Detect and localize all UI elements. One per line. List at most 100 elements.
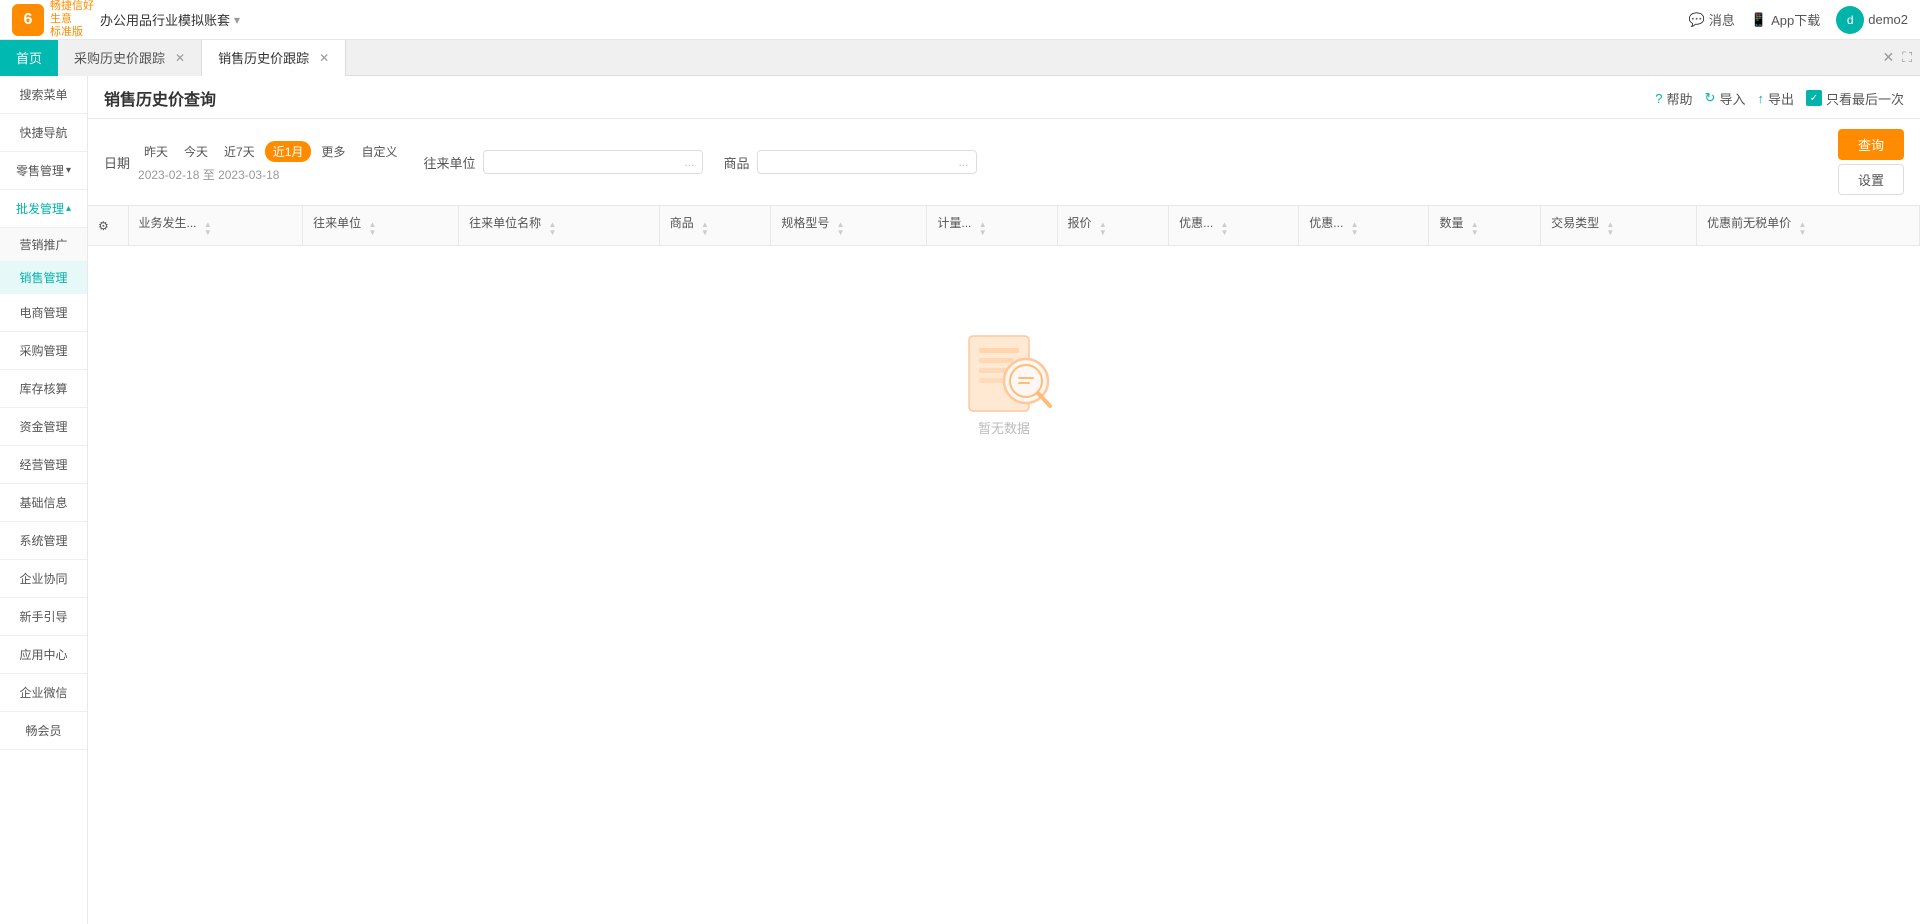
sidebar-item-app-center[interactable]: 应用中心: [0, 636, 87, 674]
sidebar-item-inventory[interactable]: 库存核算: [0, 370, 87, 408]
th-product[interactable]: 商品 ▲▼: [659, 206, 771, 246]
product-filter: 商品 ...: [723, 150, 977, 174]
only-last-checkbox[interactable]: ✓ 只看最后一次: [1806, 89, 1904, 108]
date-tab-last1m[interactable]: 近1月: [265, 141, 312, 162]
topbar-right: 💬 消息 📱 App下载 d demo2: [1689, 6, 1908, 34]
th-trade-type-label: 交易类型: [1551, 216, 1599, 230]
sidebar-item-purchase[interactable]: 采购管理: [0, 332, 87, 370]
empty-state: 暂无数据: [88, 246, 1920, 517]
export-button[interactable]: ↑ 导出: [1757, 89, 1794, 108]
th-pre-tax-price[interactable]: 优惠前无税单价 ▲▼: [1697, 206, 1920, 246]
user-profile[interactable]: d demo2: [1836, 6, 1908, 34]
tab-purchase-history[interactable]: 采购历史价跟踪 ✕: [58, 40, 202, 76]
tab-sales-close-icon[interactable]: ✕: [319, 51, 329, 65]
logo-char: 6: [24, 11, 33, 29]
sidebar-item-system[interactable]: 系统管理: [0, 522, 87, 560]
sort-arrows-discount1: ▲▼: [1221, 221, 1229, 237]
th-gear[interactable]: ⚙: [88, 206, 128, 246]
user-name: demo2: [1868, 12, 1908, 27]
logo-area: 6 畅捷信好生意 标准版: [12, 0, 100, 39]
th-unit[interactable]: 计量... ▲▼: [927, 206, 1057, 246]
date-tab-custom[interactable]: 自定义: [355, 141, 403, 162]
sidebar-item-retail[interactable]: 零售管理 ▾: [0, 152, 87, 190]
message-label: 消息: [1709, 10, 1735, 29]
import-label: 导入: [1719, 89, 1745, 108]
app-download-button[interactable]: 📱 App下载: [1751, 10, 1820, 29]
partner-label: 往来单位: [423, 153, 475, 172]
export-icon: ↑: [1757, 91, 1764, 106]
th-quantity[interactable]: 数量 ▲▼: [1429, 206, 1541, 246]
tab-sales-history[interactable]: 销售历史价跟踪 ✕: [202, 40, 346, 76]
th-partner-code[interactable]: 往来单位 ▲▼: [303, 206, 459, 246]
tab-home[interactable]: 首页: [0, 40, 58, 76]
sidebar-item-operation[interactable]: 经营管理: [0, 446, 87, 484]
product-input[interactable]: ...: [757, 150, 977, 174]
date-tabs-container: 昨天 今天 近7天 近1月 更多 自定义 2023-02-18 至 2023-0…: [138, 141, 403, 183]
sales-mgmt-label: 销售管理: [19, 271, 67, 285]
th-pre-tax-price-label: 优惠前无税单价: [1707, 216, 1791, 230]
sidebar-item-member[interactable]: 畅会员: [0, 712, 87, 750]
sidebar-item-wechat[interactable]: 企业微信: [0, 674, 87, 712]
sidebar-item-search[interactable]: 搜索菜单: [0, 76, 87, 114]
help-button[interactable]: ? 帮助: [1655, 89, 1692, 108]
ecommerce-label: 电商管理: [19, 306, 67, 320]
export-label: 导出: [1768, 89, 1794, 108]
wechat-label: 企业微信: [19, 686, 67, 700]
sort-arrows-discount2: ▲▼: [1351, 221, 1359, 237]
retail-label: 零售管理: [16, 162, 64, 179]
sort-arrows-unit: ▲▼: [979, 221, 987, 237]
th-quoted-price[interactable]: 报价 ▲▼: [1057, 206, 1169, 246]
sidebar-item-ecommerce[interactable]: 电商管理: [0, 294, 87, 332]
sidebar-item-wholesale[interactable]: 批发管理 ▴: [0, 190, 87, 228]
data-table: ⚙ 业务发生... ▲▼ 往来单位 ▲▼ 往来单位名称 ▲▼: [88, 206, 1920, 246]
sidebar-item-quick-nav[interactable]: 快捷导航: [0, 114, 87, 152]
product-ellipsis: ...: [958, 155, 968, 169]
sort-arrows-trade-type: ▲▼: [1606, 221, 1614, 237]
th-quantity-label: 数量: [1439, 216, 1463, 230]
topbar: 6 畅捷信好生意 标准版 办公用品行业模拟账套 ▾ 💬 消息 📱 App下载 d…: [0, 0, 1920, 40]
th-trade-type[interactable]: 交易类型 ▲▼: [1541, 206, 1697, 246]
th-biz-date-label: 业务发生...: [139, 216, 197, 230]
settings-button[interactable]: 设置: [1838, 164, 1904, 195]
close-window-icon[interactable]: ✕: [1882, 49, 1894, 66]
date-label: 日期: [104, 153, 130, 172]
query-button[interactable]: 查询: [1838, 129, 1904, 160]
th-partner-name[interactable]: 往来单位名称 ▲▼: [459, 206, 660, 246]
maximize-icon[interactable]: ⛶: [1902, 49, 1912, 66]
sidebar-item-finance[interactable]: 资金管理: [0, 408, 87, 446]
th-discount1[interactable]: 优惠... ▲▼: [1169, 206, 1299, 246]
wholesale-label: 批发管理: [16, 200, 64, 217]
date-tab-today[interactable]: 今天: [178, 141, 214, 162]
sort-arrows-pre-tax-price: ▲▼: [1799, 221, 1807, 237]
help-label: 帮助: [1667, 89, 1693, 108]
partner-input[interactable]: ...: [483, 150, 703, 174]
sort-arrows-quantity: ▲▼: [1471, 221, 1479, 237]
sidebar-item-enterprise[interactable]: 企业协同: [0, 560, 87, 598]
th-partner-code-label: 往来单位: [313, 216, 361, 230]
empty-icon: [954, 326, 1054, 406]
operation-label: 经营管理: [19, 458, 67, 472]
filter-row: 日期 昨天 今天 近7天 近1月 更多 自定义 2023-02-18 至 202…: [104, 129, 1904, 195]
main-layout: 搜索菜单 快捷导航 零售管理 ▾ 批发管理 ▴ 营销推广 销售管理 电商管理 采…: [0, 76, 1920, 924]
message-button[interactable]: 💬 消息: [1689, 10, 1735, 29]
sort-arrows-partner-code: ▲▼: [368, 221, 376, 237]
tab-purchase-close-icon[interactable]: ✕: [175, 51, 185, 65]
th-spec[interactable]: 规格型号 ▲▼: [771, 206, 927, 246]
import-button[interactable]: ↻ 导入: [1705, 89, 1746, 108]
search-label: 搜索菜单: [19, 88, 67, 102]
sidebar-item-guide[interactable]: 新手引导: [0, 598, 87, 636]
date-tab-more[interactable]: 更多: [315, 141, 351, 162]
sidebar-item-basic[interactable]: 基础信息: [0, 484, 87, 522]
th-discount2[interactable]: 优惠... ▲▼: [1299, 206, 1429, 246]
purchase-label: 采购管理: [19, 344, 67, 358]
chevron-down-icon: ▾: [234, 13, 240, 27]
chat-icon: 💬: [1689, 12, 1705, 28]
sidebar-item-sales-mgmt[interactable]: 销售管理: [0, 261, 87, 294]
date-tab-last7[interactable]: 近7天: [218, 141, 261, 162]
date-tab-yesterday[interactable]: 昨天: [138, 141, 174, 162]
app-selector[interactable]: 办公用品行业模拟账套 ▾: [100, 10, 1689, 29]
sort-arrows-spec: ▲▼: [837, 221, 845, 237]
sidebar-item-marketing[interactable]: 营销推广: [0, 228, 87, 261]
chevron-down-icon: ▾: [66, 165, 71, 176]
th-biz-date[interactable]: 业务发生... ▲▼: [128, 206, 303, 246]
